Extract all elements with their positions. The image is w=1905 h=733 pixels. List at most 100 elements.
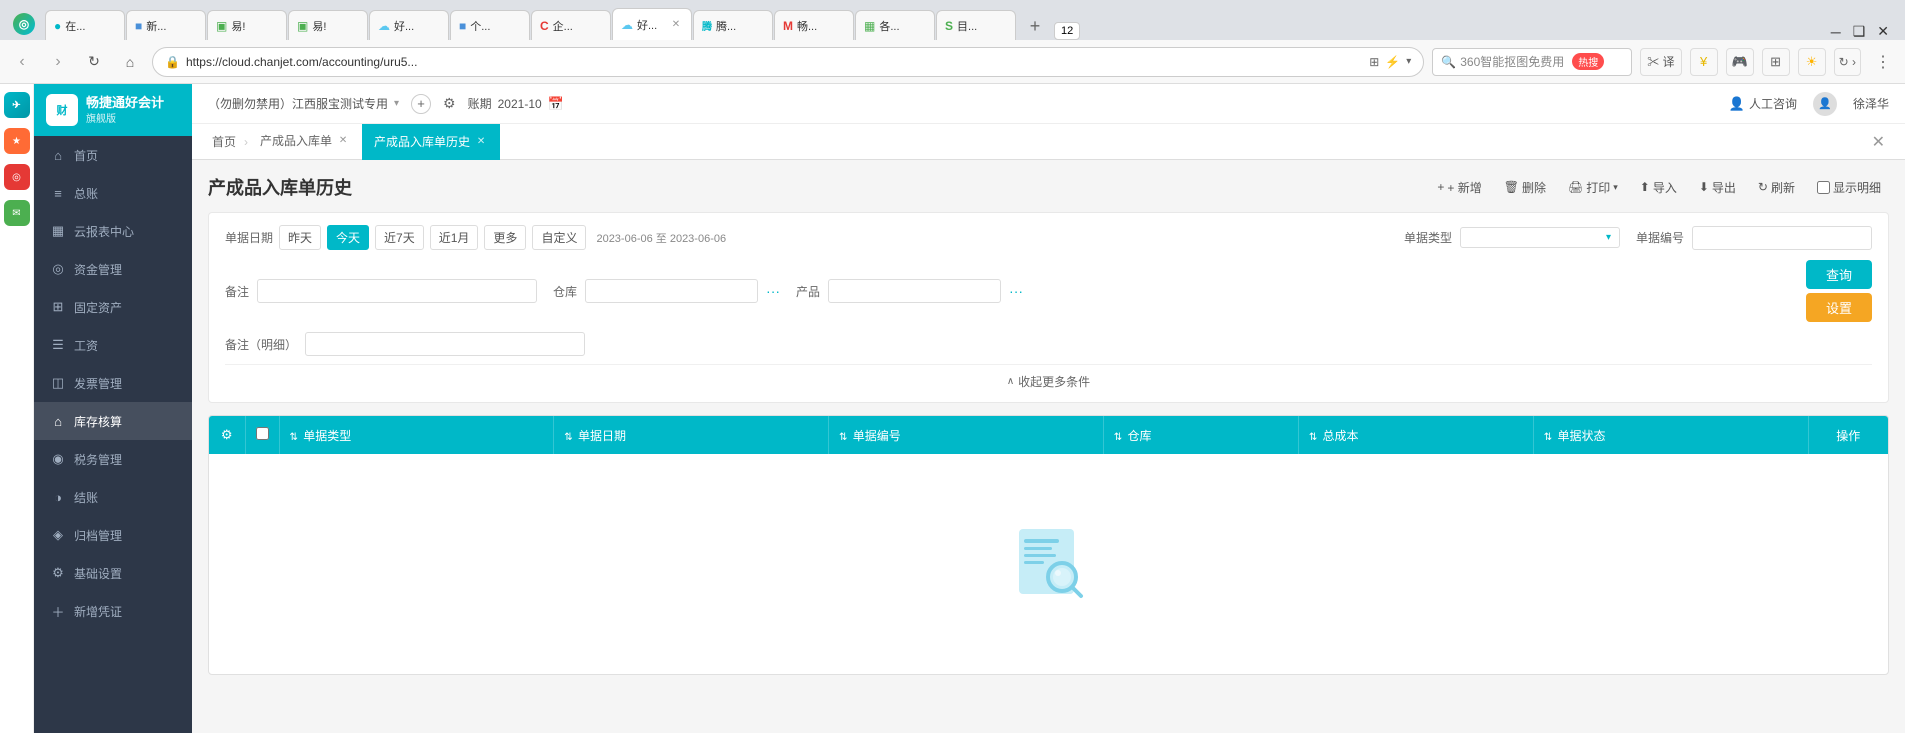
app-icon-4[interactable]: ✉ (4, 200, 30, 226)
sidebar-item-inventory[interactable]: ⌂ 库存核算 (34, 402, 192, 440)
tab-1[interactable]: ● 在... (45, 10, 125, 40)
theme-tool[interactable]: ☀ (1798, 48, 1826, 76)
settings-filter-button[interactable]: 设置 (1806, 293, 1872, 322)
app-icon-main[interactable]: ✈ (4, 92, 30, 118)
th-date[interactable]: ⇅ 单据日期 (554, 416, 829, 454)
th-checkbox[interactable] (245, 416, 279, 454)
export-button[interactable]: ⬇ 导出 (1691, 175, 1744, 200)
user-name[interactable]: 徐泽华 (1853, 95, 1889, 112)
tab-7[interactable]: C 企... (531, 10, 611, 40)
tab2-close[interactable]: ✕ (474, 135, 488, 149)
warehouse-dots[interactable]: ··· (766, 283, 780, 299)
dropdown-arrow[interactable]: ▾ (1406, 56, 1411, 67)
sidebar-item-fund[interactable]: ◎ 资金管理 (34, 250, 192, 288)
tab-3[interactable]: ▣ 易! (207, 10, 287, 40)
delete-button[interactable]: 🗑 删除 (1496, 175, 1554, 200)
tab-9[interactable]: 腾 腾... (693, 10, 773, 40)
close-button[interactable]: ✕ (1877, 23, 1889, 40)
product-dots[interactable]: ··· (1009, 283, 1023, 299)
select-all-checkbox[interactable] (256, 427, 269, 440)
th-number[interactable]: ⇅ 单据编号 (829, 416, 1104, 454)
warehouse-input[interactable] (585, 279, 758, 303)
sidebar-item-basic-settings[interactable]: ⚙ 基础设置 (34, 554, 192, 592)
sidebar-label-payroll: 工资 (74, 337, 98, 354)
app-icon-2[interactable]: ★ (4, 128, 30, 154)
refresh-page-button[interactable]: ↻ 刷新 (1750, 175, 1803, 200)
remark-detail-input[interactable] (305, 332, 585, 356)
tab-5[interactable]: ☁ 好... (369, 10, 449, 40)
date-custom[interactable]: 自定义 (532, 225, 586, 250)
calendar-icon[interactable]: 📅 (548, 96, 564, 112)
forward-button[interactable]: › (44, 48, 72, 76)
minimize-button[interactable]: ─ (1831, 24, 1841, 40)
home-button[interactable]: ⌂ (116, 48, 144, 76)
breadcrumb-home[interactable]: 首页 (204, 133, 244, 150)
service-button[interactable]: 👤 人工咨询 (1729, 95, 1797, 112)
game-tool[interactable]: 🎮 (1726, 48, 1754, 76)
voucher-num-input[interactable] (1692, 226, 1872, 250)
show-detail-checkbox[interactable]: 显示明细 (1809, 175, 1889, 200)
sidebar-item-new-voucher[interactable]: ＋ 新增凭证 (34, 592, 192, 630)
date-7days[interactable]: 近7天 (375, 225, 424, 250)
collapse-button[interactable]: ∧ 收起更多条件 (1007, 373, 1090, 390)
back-button[interactable]: ‹ (8, 48, 36, 76)
sidebar-label-inventory: 库存核算 (74, 413, 122, 430)
tab-new-button[interactable]: + (1021, 12, 1049, 40)
remark-input[interactable] (257, 279, 537, 303)
tab-8-active[interactable]: ☁ 好... ✕ (612, 8, 692, 40)
sidebar-item-tax[interactable]: ◉ 税务管理 (34, 440, 192, 478)
currency-tool[interactable]: ¥ (1690, 48, 1718, 76)
cut-tools[interactable]: ✂ 译 (1640, 48, 1681, 76)
date-1month[interactable]: 近1月 (430, 225, 479, 250)
print-button[interactable]: 🖨 打印 ▾ (1560, 175, 1626, 200)
th-settings[interactable]: ⚙ (209, 416, 245, 454)
date-today[interactable]: 今天 (327, 225, 369, 250)
tab-10[interactable]: M 畅... (774, 10, 854, 40)
date-yesterday[interactable]: 昨天 (279, 225, 321, 250)
refresh-button[interactable]: ↻ (80, 48, 108, 76)
more-tool[interactable]: ⋮ (1869, 48, 1897, 76)
show-detail-input[interactable] (1817, 181, 1830, 194)
sidebar-item-settle[interactable]: ◑ 结账 (34, 478, 192, 516)
sidebar-item-fixed-assets[interactable]: ⊞ 固定资产 (34, 288, 192, 326)
sidebar-item-invoice[interactable]: ◫ 发票管理 (34, 364, 192, 402)
sync-tool[interactable]: ↻ › (1834, 48, 1861, 76)
add-button[interactable]: + + 新增 (1429, 175, 1489, 200)
th-total-cost[interactable]: ⇅ 总成本 (1298, 416, 1533, 454)
date-more[interactable]: 更多 (484, 225, 526, 250)
close-panel-button[interactable]: ✕ (1864, 132, 1893, 152)
sidebar-item-general-ledger[interactable]: ≡ 总账 (34, 174, 192, 212)
remark-detail-label: 备注（明细） (225, 336, 297, 353)
th-status[interactable]: ⇅ 单据状态 (1533, 416, 1808, 454)
tab-4[interactable]: ▣ 易! (288, 10, 368, 40)
app-icon-3[interactable]: ◎ (4, 164, 30, 190)
product-input[interactable] (828, 279, 1001, 303)
sidebar-item-report-center[interactable]: ▦ 云报表中心 (34, 212, 192, 250)
query-button[interactable]: 查询 (1806, 260, 1872, 289)
tab-11[interactable]: ▦ 各... (855, 10, 935, 40)
add-company-button[interactable]: + (411, 94, 431, 114)
th-warehouse[interactable]: ⇅ 仓库 (1103, 416, 1298, 454)
type-select[interactable]: ▾ (1460, 227, 1620, 248)
sidebar-item-archive[interactable]: ◈ 归档管理 (34, 516, 192, 554)
address-bar[interactable]: 🔒 https://cloud.chanjet.com/accounting/u… (152, 47, 1424, 77)
tab-6[interactable]: ■ 个... (450, 10, 530, 40)
tab1-close[interactable]: ✕ (336, 134, 350, 148)
tab-2[interactable]: ■ 新... (126, 10, 206, 40)
th-type[interactable]: ⇅ 单据类型 (279, 416, 554, 454)
company-selector[interactable]: （勿删勿禁用）江西服宝测试专用 ▾ (208, 95, 399, 112)
search-bar[interactable]: 🔍 360智能抠图免费用 热搜 (1432, 48, 1632, 76)
user-avatar[interactable]: 👤 (1813, 92, 1837, 116)
browser-icon[interactable]: ◎ (8, 8, 40, 40)
tab-8-close[interactable]: ✕ (669, 18, 683, 32)
sidebar-item-home[interactable]: ⌂ 首页 (34, 136, 192, 174)
tab-list-tab1[interactable]: 产成品入库单 ✕ (248, 124, 362, 160)
grid-tool[interactable]: ⊞ (1762, 48, 1790, 76)
maximize-button[interactable]: ❑ (1853, 23, 1866, 40)
import-button[interactable]: ⬆ 导入 (1632, 175, 1685, 200)
print-label: 打印 (1586, 179, 1610, 196)
sidebar-item-payroll[interactable]: ☰ 工资 (34, 326, 192, 364)
tab-12[interactable]: S 目... (936, 10, 1016, 40)
tab-list-tab2-active[interactable]: 产成品入库单历史 ✕ (362, 124, 500, 160)
gear-settings-button[interactable]: ⚙ (443, 95, 456, 112)
